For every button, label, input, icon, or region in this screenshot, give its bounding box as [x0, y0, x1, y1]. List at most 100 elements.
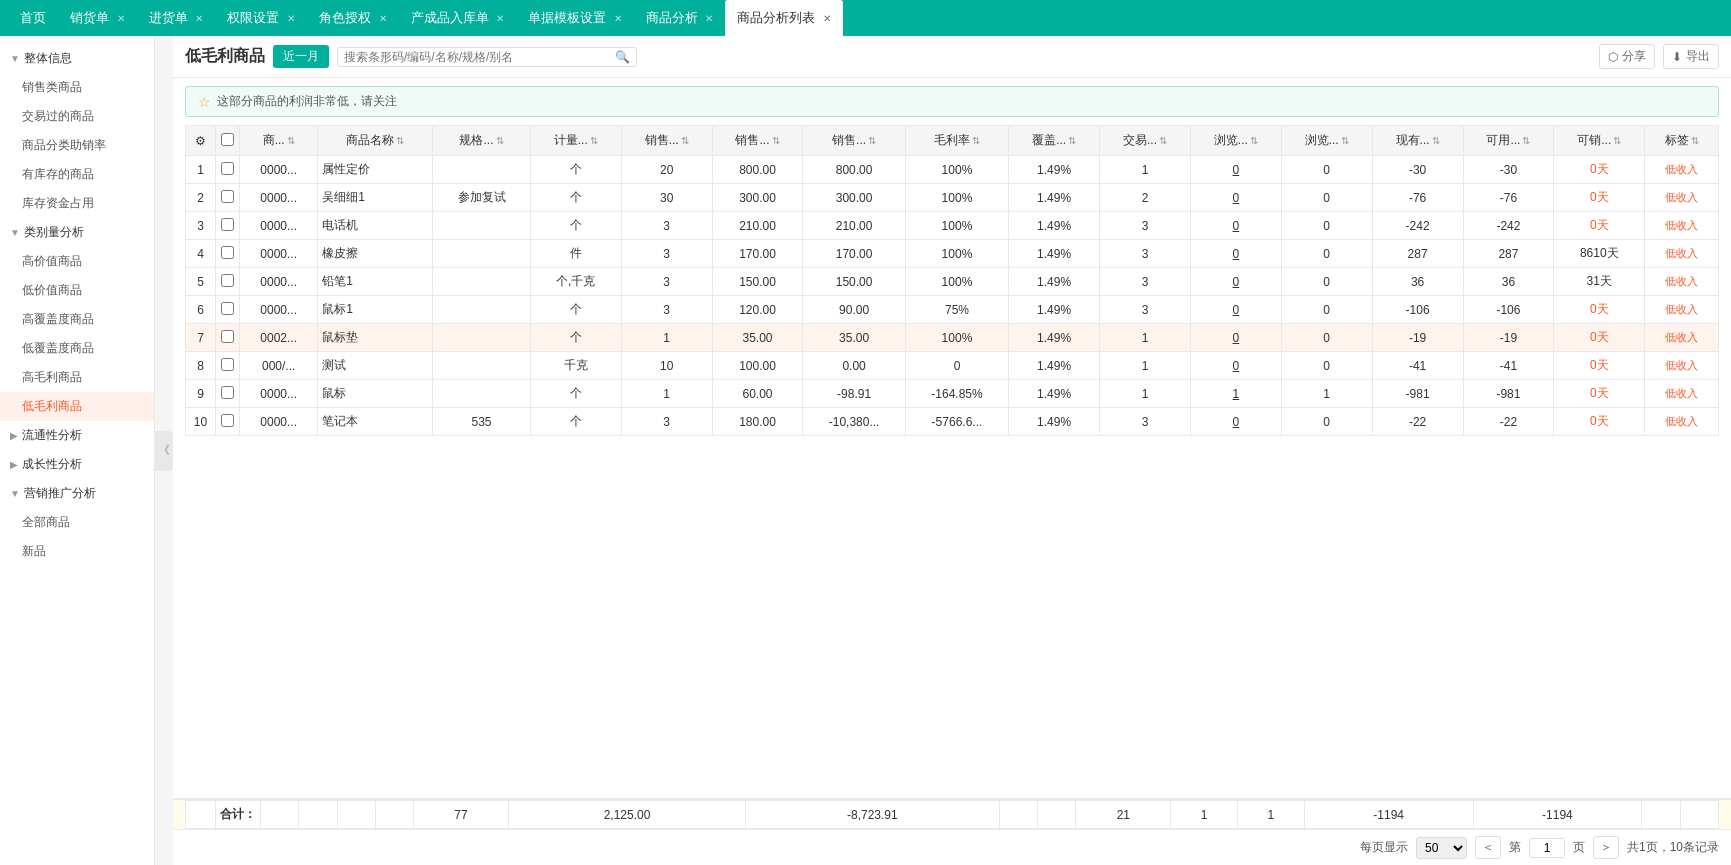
- warning-text: 这部分商品的利润非常低，请关注: [217, 93, 397, 110]
- sidebar-item-all-products[interactable]: 全部商品: [0, 508, 154, 537]
- nav-product-analysis[interactable]: 商品分析 ✕: [634, 0, 726, 36]
- prev-page-btn[interactable]: ＜: [1475, 836, 1501, 859]
- row-name[interactable]: 鼠标: [318, 380, 433, 408]
- search-input[interactable]: [344, 50, 615, 64]
- sidebar-item-inventory-products[interactable]: 有库存的商品: [0, 160, 154, 189]
- row-checkbox: [216, 268, 240, 296]
- row-browse1[interactable]: 0: [1190, 184, 1281, 212]
- nav-template[interactable]: 单据模板设置 ✕: [516, 0, 634, 36]
- row-select-checkbox[interactable]: [221, 274, 234, 287]
- sidebar-item-low-value[interactable]: 低价值商品: [0, 276, 154, 305]
- sidebar-item-high-value[interactable]: 高价值商品: [0, 247, 154, 276]
- row-select-checkbox[interactable]: [221, 246, 234, 259]
- row-select-checkbox[interactable]: [221, 358, 234, 371]
- next-page-btn[interactable]: ＞: [1593, 836, 1619, 859]
- share-button[interactable]: ⬡ 分享: [1599, 44, 1655, 69]
- nav-role-close[interactable]: ✕: [379, 13, 387, 24]
- col-sales-count[interactable]: 销售...⇅: [621, 126, 712, 156]
- row-browse1[interactable]: 0: [1190, 240, 1281, 268]
- row-name[interactable]: 测试: [318, 352, 433, 380]
- row-sales-count: 30: [621, 184, 712, 212]
- row-name[interactable]: 橡皮擦: [318, 240, 433, 268]
- sidebar-group-category-label: 类别量分析: [24, 224, 84, 241]
- col-current[interactable]: 现有...⇅: [1372, 126, 1463, 156]
- sidebar-group-growth[interactable]: ▶ 成长性分析: [0, 450, 154, 479]
- row-available: -242: [1463, 212, 1554, 240]
- row-name[interactable]: 属性定价: [318, 156, 433, 184]
- row-sales-amount: 170.00: [712, 240, 803, 268]
- col-browse1[interactable]: 浏览...⇅: [1190, 126, 1281, 156]
- nav-product-entry[interactable]: 产成品入库单 ✕: [399, 0, 517, 36]
- nav-purchase-close[interactable]: ✕: [195, 13, 203, 24]
- row-select-checkbox[interactable]: [221, 190, 234, 203]
- nav-home[interactable]: 首页: [8, 0, 58, 36]
- col-name[interactable]: 商品名称⇅: [318, 126, 433, 156]
- row-name[interactable]: 鼠标1: [318, 296, 433, 324]
- page-number-input[interactable]: [1529, 838, 1565, 858]
- nav-permission-close[interactable]: ✕: [287, 13, 295, 24]
- row-name[interactable]: 吴细细1: [318, 184, 433, 212]
- sidebar-item-sales-products[interactable]: 销售类商品: [0, 73, 154, 102]
- col-browse2[interactable]: 浏览...⇅: [1281, 126, 1372, 156]
- nav-template-close[interactable]: ✕: [614, 13, 622, 24]
- row-select-checkbox[interactable]: [221, 302, 234, 315]
- nav-analysis-list[interactable]: 商品分析列表 ✕: [725, 0, 843, 36]
- sidebar-group-overall[interactable]: ▼ 整体信息: [0, 44, 154, 73]
- nav-permission[interactable]: 权限设置 ✕: [215, 0, 307, 36]
- row-browse1[interactable]: 0: [1190, 408, 1281, 436]
- row-browse1[interactable]: 1: [1190, 380, 1281, 408]
- search-icon[interactable]: 🔍: [615, 50, 630, 64]
- period-button[interactable]: 近一月: [273, 45, 329, 68]
- nav-product-analysis-close[interactable]: ✕: [705, 13, 713, 24]
- row-browse1[interactable]: 0: [1190, 352, 1281, 380]
- nav-role[interactable]: 角色授权 ✕: [307, 0, 399, 36]
- sidebar-group-circulation[interactable]: ▶ 流通性分析: [0, 421, 154, 450]
- select-all-checkbox[interactable]: [221, 133, 234, 146]
- sidebar-group-marketing[interactable]: ▼ 营销推广分析: [0, 479, 154, 508]
- nav-analysis-list-close[interactable]: ✕: [823, 13, 831, 24]
- col-code[interactable]: 商...⇅: [240, 126, 318, 156]
- sidebar-item-traded-products[interactable]: 交易过的商品: [0, 102, 154, 131]
- sidebar-item-category-assist[interactable]: 商品分类助销率: [0, 131, 154, 160]
- col-gross-margin[interactable]: 毛利率⇅: [905, 126, 1008, 156]
- row-browse1[interactable]: 0: [1190, 156, 1281, 184]
- row-browse1[interactable]: 0: [1190, 296, 1281, 324]
- sidebar-collapse-btn[interactable]: 《: [155, 431, 173, 471]
- page-size-select[interactable]: 50 20 100: [1416, 837, 1467, 859]
- col-spec[interactable]: 规格...⇅: [433, 126, 531, 156]
- sidebar-item-new-products[interactable]: 新品: [0, 537, 154, 566]
- col-coverage[interactable]: 覆盖...⇅: [1009, 126, 1100, 156]
- row-name[interactable]: 电话机: [318, 212, 433, 240]
- col-saleable[interactable]: 可销...⇅: [1554, 126, 1645, 156]
- nav-product-entry-close[interactable]: ✕: [496, 13, 504, 24]
- col-unit[interactable]: 计量...⇅: [530, 126, 621, 156]
- row-select-checkbox[interactable]: [221, 330, 234, 343]
- row-select-checkbox[interactable]: [221, 162, 234, 175]
- row-available: 287: [1463, 240, 1554, 268]
- row-browse1[interactable]: 0: [1190, 268, 1281, 296]
- sidebar-item-high-margin[interactable]: 高毛利商品: [0, 363, 154, 392]
- col-sales-amount[interactable]: 销售...⇅: [712, 126, 803, 156]
- row-select-checkbox[interactable]: [221, 218, 234, 231]
- row-name[interactable]: 铅笔1: [318, 268, 433, 296]
- row-browse1[interactable]: 0: [1190, 212, 1281, 240]
- sidebar-item-low-margin[interactable]: 低毛利商品: [0, 392, 154, 421]
- sidebar-group-category[interactable]: ▼ 类别量分析: [0, 218, 154, 247]
- col-tag[interactable]: 标签⇅: [1645, 126, 1719, 156]
- sidebar-item-high-coverage[interactable]: 高覆盖度商品: [0, 305, 154, 334]
- col-gear[interactable]: ⚙: [186, 126, 216, 156]
- row-name[interactable]: 鼠标垫: [318, 324, 433, 352]
- row-select-checkbox[interactable]: [221, 386, 234, 399]
- col-transaction[interactable]: 交易...⇅: [1100, 126, 1191, 156]
- sidebar-item-low-coverage[interactable]: 低覆盖度商品: [0, 334, 154, 363]
- nav-sales-close[interactable]: ✕: [117, 13, 125, 24]
- nav-purchase[interactable]: 进货单 ✕: [137, 0, 216, 36]
- export-button[interactable]: ⬇ 导出: [1663, 44, 1719, 69]
- row-name[interactable]: 笔记本: [318, 408, 433, 436]
- col-sales-profit[interactable]: 销售...⇅: [803, 126, 905, 156]
- col-available[interactable]: 可用...⇅: [1463, 126, 1554, 156]
- nav-sales[interactable]: 销货单 ✕: [58, 0, 137, 36]
- sidebar-item-capital-usage[interactable]: 库存资金占用: [0, 189, 154, 218]
- row-browse1[interactable]: 0: [1190, 324, 1281, 352]
- row-select-checkbox[interactable]: [221, 414, 234, 427]
